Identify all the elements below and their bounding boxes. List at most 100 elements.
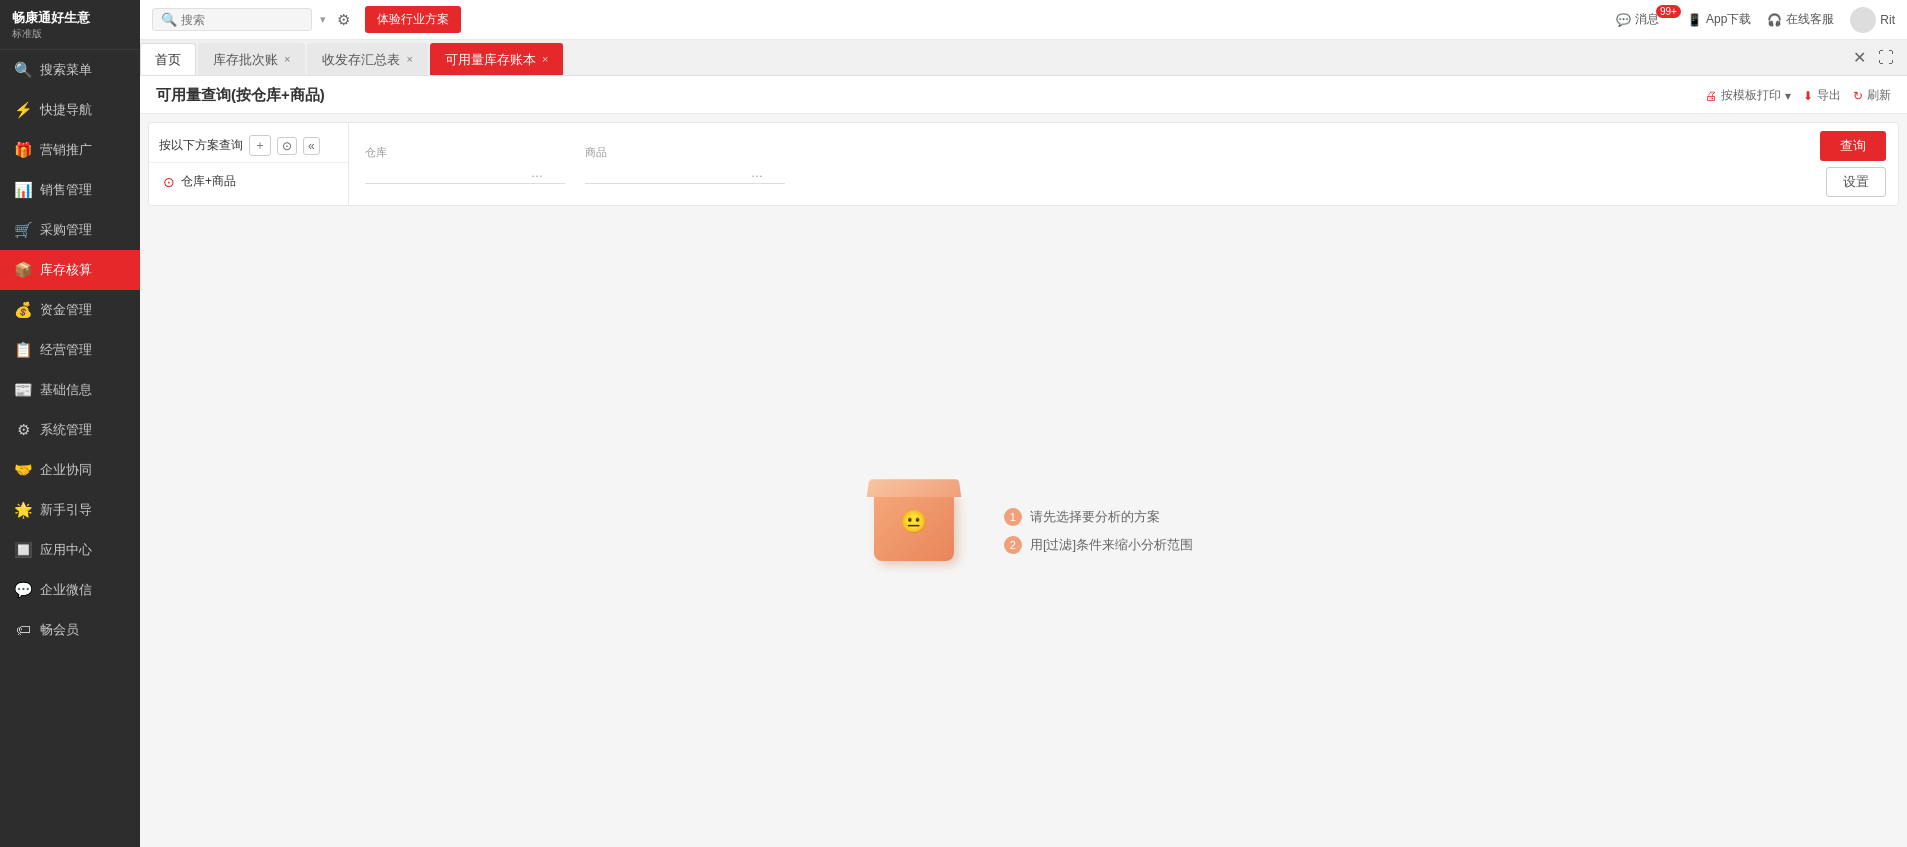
scheme-settings-button[interactable]: ⊙: [277, 137, 297, 155]
sidebar-item-shortcuts[interactable]: ⚡ 快捷导航: [0, 90, 140, 130]
sidebar-item-enterprise[interactable]: 🤝 企业协同: [0, 450, 140, 490]
money-icon: 💰: [14, 301, 32, 319]
user-profile[interactable]: Rit: [1850, 7, 1895, 33]
query-row: 按以下方案查询 ＋ ⊙ « ⊙ 仓库+商品 仓库: [149, 123, 1898, 205]
sidebar-item-inventory[interactable]: 📦 库存核算: [0, 250, 140, 290]
scheme-header: 按以下方案查询 ＋ ⊙ «: [149, 131, 348, 163]
online-service-button[interactable]: 🎧 在线客服: [1767, 11, 1834, 28]
tip-text-1: 请先选择要分析的方案: [1030, 508, 1160, 526]
handshake-icon: 🤝: [14, 461, 32, 479]
close-tab-button[interactable]: ✕: [1850, 45, 1869, 70]
gift-icon: 🎁: [14, 141, 32, 159]
refresh-button[interactable]: ↻ 刷新: [1853, 87, 1891, 104]
empty-tips: 1 请先选择要分析的方案 2 用[过滤]条件来缩小分析范围: [1004, 508, 1193, 554]
settings-button[interactable]: 设置: [1826, 167, 1886, 197]
empty-state: 😐 1 请先选择要分析的方案 2 用[过滤]条件来缩小分析范围: [140, 214, 1907, 847]
search-input[interactable]: [181, 13, 301, 27]
scheme-header-label: 按以下方案查询: [159, 137, 243, 154]
product-input-wrapper: …: [585, 163, 785, 184]
sidebar-item-label: 采购管理: [40, 221, 92, 239]
sidebar-item-system[interactable]: ⚙ 系统管理: [0, 410, 140, 450]
scheme-add-button[interactable]: ＋: [249, 135, 271, 156]
sidebar-item-basic[interactable]: 📰 基础信息: [0, 370, 140, 410]
sidebar-item-operation[interactable]: 📋 经营管理: [0, 330, 140, 370]
warehouse-input[interactable]: [365, 166, 525, 180]
topbar: 🔍 ▾ ⚙ 体验行业方案 💬 消息 99+ 📱 App下载 🎧 在线客服 Rit: [140, 0, 1907, 40]
dropdown-icon: ▾: [1785, 89, 1791, 103]
sidebar-item-marketing[interactable]: 🎁 营销推广: [0, 130, 140, 170]
scheme-collapse-button[interactable]: «: [303, 137, 320, 155]
sidebar-item-label: 资金管理: [40, 301, 92, 319]
sidebar-item-finance[interactable]: 💰 资金管理: [0, 290, 140, 330]
sidebar: 畅康通好生意 标准版 🔍 搜索菜单 ⚡ 快捷导航 🎁 营销推广 📊 销售管理 🛒…: [0, 0, 140, 847]
tab-label: 收发存汇总表: [322, 51, 400, 69]
tip-num-2: 2: [1004, 536, 1022, 554]
box-icon: 📦: [14, 261, 32, 279]
search-icon: 🔍: [161, 12, 177, 27]
scheme-icon: ⊙: [163, 174, 175, 190]
page-content: 可用量查询(按仓库+商品) 🖨 按模板打印 ▾ ⬇ 导出 ↻ 刷新: [140, 76, 1907, 847]
empty-illustration: 😐: [854, 471, 974, 591]
sidebar-item-wechat[interactable]: 💬 企业微信: [0, 570, 140, 610]
export-button[interactable]: ⬇ 导出: [1803, 87, 1841, 104]
tab-batch[interactable]: 库存批次账 ×: [198, 43, 305, 75]
page-header: 可用量查询(按仓库+商品) 🖨 按模板打印 ▾ ⬇ 导出 ↻ 刷新: [140, 76, 1907, 114]
empty-box-visual: 😐: [874, 491, 954, 561]
scheme-item-warehouse-product[interactable]: ⊙ 仓库+商品: [149, 167, 348, 196]
tag-icon: 🏷: [14, 621, 32, 638]
close-icon[interactable]: ×: [284, 54, 290, 65]
print-label: 按模板打印: [1721, 87, 1781, 104]
tab-home[interactable]: 首页: [140, 43, 196, 75]
product-more-button[interactable]: …: [749, 166, 765, 180]
app-download-label: App下载: [1706, 11, 1751, 28]
sidebar-item-purchase[interactable]: 🛒 采购管理: [0, 210, 140, 250]
trial-button[interactable]: 体验行业方案: [365, 6, 461, 33]
print-icon: 🖨: [1705, 89, 1717, 103]
app-download-button[interactable]: 📱 App下载: [1687, 11, 1751, 28]
box-face-icon: 😐: [900, 509, 927, 535]
close-icon[interactable]: ×: [542, 54, 548, 65]
sidebar-item-label: 营销推广: [40, 141, 92, 159]
sidebar-item-label: 系统管理: [40, 421, 92, 439]
message-button[interactable]: 💬 消息 99+: [1616, 11, 1671, 28]
sidebar-item-vip[interactable]: 🏷 畅会员: [0, 610, 140, 650]
empty-tip-2: 2 用[过滤]条件来缩小分析范围: [1004, 536, 1193, 554]
sidebar-item-label: 经营管理: [40, 341, 92, 359]
close-icon[interactable]: ×: [406, 54, 412, 65]
topbar-right: 💬 消息 99+ 📱 App下载 🎧 在线客服 Rit: [1616, 7, 1895, 33]
main-area: 🔍 ▾ ⚙ 体验行业方案 💬 消息 99+ 📱 App下载 🎧 在线客服 Rit: [140, 0, 1907, 847]
query-field-warehouse: 仓库 …: [365, 145, 565, 184]
expand-tab-button[interactable]: ⛶: [1875, 46, 1897, 70]
sidebar-scroll: 🔍 搜索菜单 ⚡ 快捷导航 🎁 营销推广 📊 销售管理 🛒 采购管理 📦 库存核…: [0, 50, 140, 847]
query-button[interactable]: 查询: [1820, 131, 1886, 161]
sidebar-item-newbie[interactable]: 🌟 新手引导: [0, 490, 140, 530]
sidebar-item-label: 库存核算: [40, 261, 92, 279]
tab-available[interactable]: 可用量库存账本 ×: [430, 43, 563, 75]
sidebar-item-search[interactable]: 🔍 搜索菜单: [0, 50, 140, 90]
dropdown-chevron-icon[interactable]: ▾: [320, 13, 326, 26]
cart-icon: 🛒: [14, 221, 32, 239]
lightning-icon: ⚡: [14, 101, 32, 119]
settings-gear-icon[interactable]: ⚙: [334, 8, 353, 32]
topbar-search-box[interactable]: 🔍: [152, 8, 312, 31]
message-badge: 99+: [1656, 5, 1681, 18]
logo-sub: 标准版: [12, 27, 128, 41]
product-input[interactable]: [585, 166, 745, 180]
avatar: [1850, 7, 1876, 33]
export-icon: ⬇: [1803, 89, 1813, 103]
query-area: 按以下方案查询 ＋ ⊙ « ⊙ 仓库+商品 仓库: [148, 122, 1899, 206]
tip-text-2: 用[过滤]条件来缩小分析范围: [1030, 536, 1193, 554]
empty-tip-1: 1 请先选择要分析的方案: [1004, 508, 1193, 526]
warehouse-input-wrapper: …: [365, 163, 565, 184]
chart-icon: 📊: [14, 181, 32, 199]
tab-label: 首页: [155, 51, 181, 69]
tab-summary[interactable]: 收发存汇总表 ×: [307, 43, 427, 75]
print-button[interactable]: 🖨 按模板打印 ▾: [1705, 87, 1791, 104]
clipboard-icon: 📋: [14, 341, 32, 359]
logo-title: 畅康通好生意: [12, 10, 128, 27]
sidebar-item-apps[interactable]: 🔲 应用中心: [0, 530, 140, 570]
warehouse-more-button[interactable]: …: [529, 166, 545, 180]
sidebar-item-sales[interactable]: 📊 销售管理: [0, 170, 140, 210]
warehouse-field-label: 仓库: [365, 145, 565, 160]
tab-label: 可用量库存账本: [445, 51, 536, 69]
